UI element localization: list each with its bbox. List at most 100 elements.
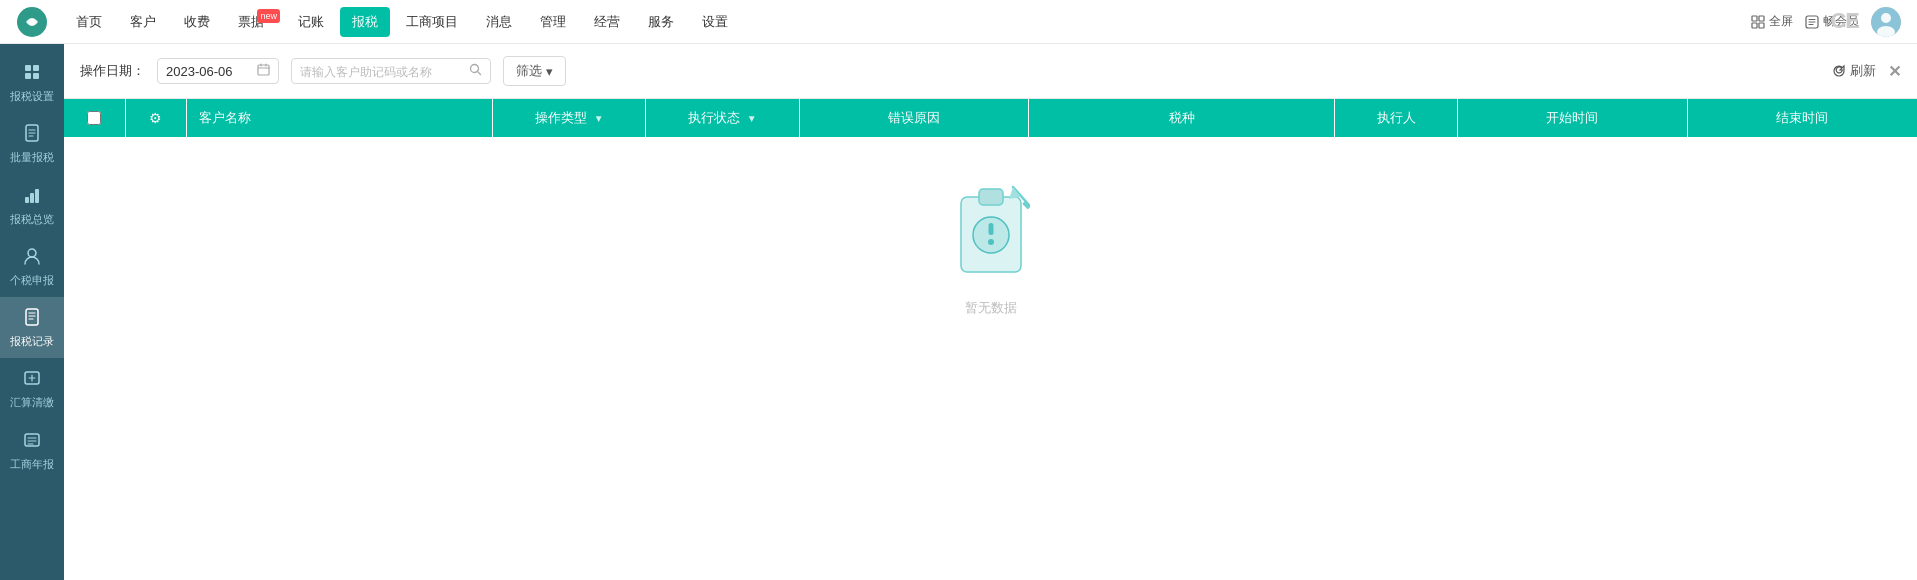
chevron-down-icon: ▾: [546, 64, 553, 79]
svg-rect-16: [30, 193, 34, 203]
nav-settings[interactable]: 设置: [690, 7, 740, 37]
col-start-time: 开始时间: [1457, 99, 1687, 137]
search-box[interactable]: [291, 58, 491, 84]
nav-home[interactable]: 首页: [64, 7, 114, 37]
col-tax-type: 税种: [1029, 99, 1335, 137]
tax-overview-icon: [22, 185, 42, 208]
new-badge: new: [257, 9, 280, 23]
top-nav: 首页 客户 收费 票据 new 记账 报税 工商项目 消息 管理 经营 服务 设…: [0, 0, 1917, 44]
nav-operation[interactable]: 经营: [582, 7, 632, 37]
col-error-reason: 错误原因: [799, 99, 1029, 137]
annual-report-icon: [22, 430, 42, 453]
tax-settings-icon: [22, 62, 42, 85]
svg-rect-3: [1759, 16, 1764, 21]
col-op-type: 操作类型 ▼: [493, 99, 646, 137]
refresh-button[interactable]: 刷新: [1832, 62, 1876, 80]
settlement-icon: [22, 368, 42, 391]
svg-rect-2: [1752, 16, 1757, 21]
svg-rect-4: [1752, 23, 1757, 28]
fullscreen-label: 全屏: [1769, 13, 1793, 30]
date-label: 操作日期：: [80, 62, 145, 80]
member-icon: [1805, 15, 1819, 29]
col-settings: ⚙: [125, 99, 186, 137]
fullscreen-button[interactable]: 全屏: [1751, 13, 1793, 30]
sidebar-item-tax-records[interactable]: 报税记录: [0, 297, 64, 358]
calendar-icon: [257, 63, 270, 79]
nav-bookkeeping[interactable]: 记账: [286, 7, 336, 37]
col-customer: 客户名称: [187, 99, 493, 137]
nav-manage[interactable]: 管理: [528, 7, 578, 37]
date-input[interactable]: [166, 64, 251, 79]
sidebar-label-personal-tax: 个税申报: [10, 273, 54, 287]
exec-status-filter-icon[interactable]: ▼: [747, 113, 757, 124]
records-table: ⚙ 客户名称 操作类型 ▼ 执行状态 ▼: [64, 99, 1917, 137]
close-button[interactable]: ✕: [1888, 62, 1901, 81]
svg-point-8: [1881, 13, 1891, 23]
sidebar-label-batch-tax: 批量报税: [10, 150, 54, 164]
svg-rect-30: [988, 223, 993, 235]
sidebar-label-tax-overview: 报税总览: [10, 212, 54, 226]
svg-rect-15: [25, 197, 29, 203]
nav-service[interactable]: 服务: [636, 7, 686, 37]
filter-label: 筛选: [516, 62, 542, 80]
svg-rect-11: [33, 65, 39, 71]
nav-tax[interactable]: 报税: [340, 7, 390, 37]
sidebar: 报税设置 批量报税 报税总览: [0, 44, 64, 580]
op-type-filter-icon[interactable]: ▼: [594, 113, 604, 124]
svg-point-1: [29, 19, 35, 25]
sidebar-label-tax-records: 报税记录: [10, 334, 54, 348]
svg-rect-19: [26, 309, 38, 325]
nav-message[interactable]: 消息: [474, 7, 524, 37]
col-checkbox: [64, 99, 125, 137]
svg-rect-22: [258, 65, 269, 75]
col-exec-status: 执行状态 ▼: [646, 99, 799, 137]
svg-rect-12: [25, 73, 31, 79]
sidebar-item-batch-tax[interactable]: 批量报税: [0, 113, 64, 174]
search-icon[interactable]: [469, 63, 482, 79]
nav-invoice[interactable]: 票据 new: [226, 7, 282, 37]
fullscreen-icon: [1751, 15, 1765, 29]
svg-rect-17: [35, 189, 39, 203]
search-input[interactable]: [300, 64, 463, 79]
content-area: 操作日期： 筛: [64, 44, 1917, 580]
select-all-checkbox[interactable]: [87, 111, 101, 125]
sidebar-item-annual-report[interactable]: 工商年报: [0, 420, 64, 481]
filter-button[interactable]: 筛选 ▾: [503, 56, 566, 86]
tax-records-icon: [22, 307, 42, 330]
user-avatar[interactable]: [1871, 7, 1901, 37]
nav-menu: 首页 客户 收费 票据 new 记账 报税 工商项目 消息 管理 经营 服务 设…: [64, 7, 1751, 37]
app-logo[interactable]: [16, 6, 48, 38]
sidebar-item-tax-overview[interactable]: 报税总览: [0, 175, 64, 236]
batch-tax-icon: [22, 123, 42, 146]
refresh-label: 刷新: [1850, 62, 1876, 80]
sidebar-label-settlement: 汇算清缴: [10, 395, 54, 409]
top-nav-right: 全屏 畅会员: [1751, 7, 1901, 37]
svg-rect-13: [33, 73, 39, 79]
svg-rect-10: [25, 65, 31, 71]
svg-point-31: [988, 239, 994, 245]
nav-client[interactable]: 客户: [118, 7, 168, 37]
svg-point-18: [28, 249, 36, 257]
sidebar-label-annual-report: 工商年报: [10, 457, 54, 471]
personal-tax-icon: [22, 246, 42, 269]
nav-fee[interactable]: 收费: [172, 7, 222, 37]
sidebar-item-settlement[interactable]: 汇算清缴: [0, 358, 64, 419]
empty-state: 暂无数据: [64, 137, 1917, 357]
main-layout: 报税设置 批量报税 报税总览: [0, 44, 1917, 580]
sidebar-item-personal-tax[interactable]: 个税申报: [0, 236, 64, 297]
col-gear-icon[interactable]: ⚙: [149, 110, 162, 126]
sidebar-item-tax-settings[interactable]: 报税设置: [0, 52, 64, 113]
toolbar: 操作日期： 筛: [64, 44, 1917, 99]
svg-rect-5: [1759, 23, 1764, 28]
table-container[interactable]: ⚙ 客户名称 操作类型 ▼ 执行状态 ▼: [64, 99, 1917, 580]
col-executor: 执行人: [1335, 99, 1458, 137]
refresh-icon: [1832, 64, 1846, 78]
sidebar-label-tax-settings: 报税设置: [10, 89, 54, 103]
col-end-time: 结束时间: [1687, 99, 1917, 137]
empty-illustration: [941, 177, 1041, 287]
toolbar-right: 刷新 ✕: [1832, 62, 1901, 81]
date-picker[interactable]: [157, 58, 279, 84]
nav-business[interactable]: 工商项目: [394, 7, 470, 37]
empty-text: 暂无数据: [965, 299, 1017, 317]
ce-badge: CE: [1830, 8, 1859, 34]
